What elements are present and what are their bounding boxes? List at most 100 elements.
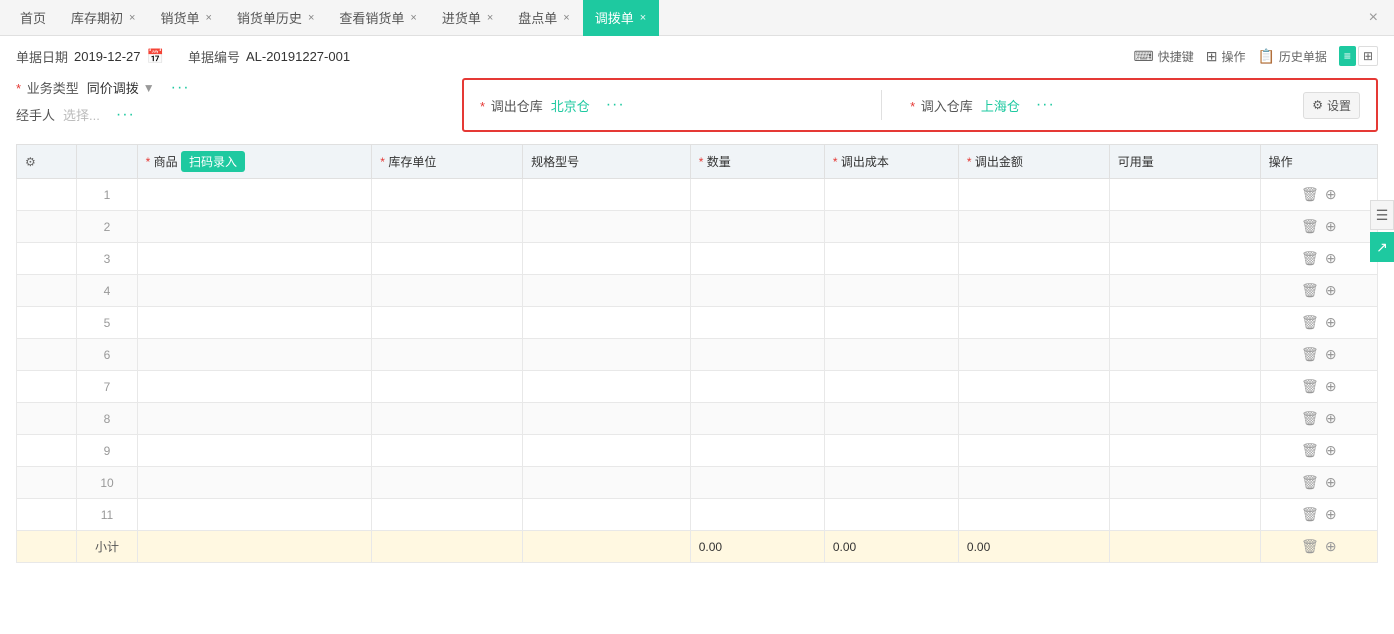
delete-icon[interactable]: 🗑 — [1301, 506, 1319, 523]
row-avail-cell[interactable] — [1109, 275, 1260, 307]
row-amount-cell[interactable] — [958, 179, 1109, 211]
row-cost-cell[interactable] — [824, 307, 958, 339]
delete-icon[interactable]: 🗑 — [1301, 410, 1319, 427]
row-spec-cell[interactable] — [523, 371, 691, 403]
row-unit-cell[interactable] — [372, 307, 523, 339]
row-spec-cell[interactable] — [523, 435, 691, 467]
row-amount-cell[interactable] — [958, 467, 1109, 499]
copy-icon[interactable]: ⊕ — [1325, 218, 1337, 235]
calendar-icon[interactable]: 📅 — [147, 48, 164, 65]
history-button[interactable]: 📋 历史单据 — [1257, 48, 1326, 65]
row-cost-cell[interactable] — [824, 467, 958, 499]
tab-home[interactable]: 首页 — [8, 0, 59, 36]
row-amount-cell[interactable] — [958, 275, 1109, 307]
tab-inventory-init[interactable]: 库存期初 × — [59, 0, 148, 36]
biz-type-more-button[interactable]: ··· — [171, 79, 190, 97]
row-cost-cell[interactable] — [824, 499, 958, 531]
tab-sales-order[interactable]: 销货单 × — [148, 0, 224, 36]
copy-icon[interactable]: ⊕ — [1325, 474, 1337, 491]
row-qty-cell[interactable] — [690, 467, 824, 499]
row-qty-cell[interactable] — [690, 211, 824, 243]
row-avail-cell[interactable] — [1109, 403, 1260, 435]
row-avail-cell[interactable] — [1109, 307, 1260, 339]
row-unit-cell[interactable] — [372, 371, 523, 403]
row-unit-cell[interactable] — [372, 179, 523, 211]
row-cost-cell[interactable] — [824, 403, 958, 435]
person-input[interactable]: 选择... — [63, 105, 100, 124]
row-cost-cell[interactable] — [824, 435, 958, 467]
in-warehouse-more-button[interactable]: ··· — [1036, 96, 1055, 114]
row-amount-cell[interactable] — [958, 243, 1109, 275]
copy-icon[interactable]: ⊕ — [1325, 314, 1337, 331]
scan-button[interactable]: 扫码录入 — [181, 151, 245, 172]
tab-transfer[interactable]: 调拨单 × — [583, 0, 659, 36]
layout-list-button[interactable]: ≡ — [1339, 46, 1356, 66]
tab-inventory-init-close[interactable]: × — [129, 12, 135, 24]
summary-copy-icon[interactable]: ⊕ — [1325, 538, 1337, 555]
row-spec-cell[interactable] — [523, 403, 691, 435]
row-spec-cell[interactable] — [523, 275, 691, 307]
row-avail-cell[interactable] — [1109, 211, 1260, 243]
row-avail-cell[interactable] — [1109, 499, 1260, 531]
row-cost-cell[interactable] — [824, 275, 958, 307]
row-amount-cell[interactable] — [958, 499, 1109, 531]
row-qty-cell[interactable] — [690, 435, 824, 467]
row-product-cell[interactable] — [137, 403, 372, 435]
row-qty-cell[interactable] — [690, 275, 824, 307]
row-cost-cell[interactable] — [824, 371, 958, 403]
row-spec-cell[interactable] — [523, 467, 691, 499]
tab-purchase[interactable]: 进货单 × — [430, 0, 506, 36]
row-avail-cell[interactable] — [1109, 467, 1260, 499]
out-warehouse-more-button[interactable]: ··· — [606, 96, 625, 114]
tab-stocktake-close[interactable]: × — [563, 12, 569, 24]
tab-view-sales-close[interactable]: × — [410, 12, 416, 24]
shortcut-button[interactable]: ⌨ 快捷键 — [1133, 48, 1193, 65]
row-product-cell[interactable] — [137, 499, 372, 531]
row-spec-cell[interactable] — [523, 243, 691, 275]
float-list-button[interactable]: ☰ — [1370, 200, 1394, 230]
copy-icon[interactable]: ⊕ — [1325, 250, 1337, 267]
row-qty-cell[interactable] — [690, 243, 824, 275]
row-product-cell[interactable] — [137, 275, 372, 307]
row-avail-cell[interactable] — [1109, 339, 1260, 371]
delete-icon[interactable]: 🗑 — [1301, 314, 1319, 331]
row-qty-cell[interactable] — [690, 339, 824, 371]
copy-icon[interactable]: ⊕ — [1325, 410, 1337, 427]
row-unit-cell[interactable] — [372, 467, 523, 499]
tab-transfer-close[interactable]: × — [640, 12, 646, 24]
delete-icon[interactable]: 🗑 — [1301, 282, 1319, 299]
row-unit-cell[interactable] — [372, 243, 523, 275]
row-spec-cell[interactable] — [523, 307, 691, 339]
tab-stocktake[interactable]: 盘点单 × — [506, 0, 582, 36]
row-cost-cell[interactable] — [824, 243, 958, 275]
row-amount-cell[interactable] — [958, 403, 1109, 435]
row-unit-cell[interactable] — [372, 211, 523, 243]
row-avail-cell[interactable] — [1109, 243, 1260, 275]
delete-icon[interactable]: 🗑 — [1301, 442, 1319, 459]
row-spec-cell[interactable] — [523, 179, 691, 211]
row-amount-cell[interactable] — [958, 435, 1109, 467]
tab-sales-order-close[interactable]: × — [205, 12, 211, 24]
th-settings[interactable]: ⚙ — [17, 145, 77, 179]
row-qty-cell[interactable] — [690, 307, 824, 339]
row-product-cell[interactable] — [137, 339, 372, 371]
row-amount-cell[interactable] — [958, 211, 1109, 243]
row-amount-cell[interactable] — [958, 339, 1109, 371]
copy-icon[interactable]: ⊕ — [1325, 506, 1337, 523]
row-product-cell[interactable] — [137, 211, 372, 243]
operation-button[interactable]: ⊞ 操作 — [1206, 48, 1246, 65]
row-unit-cell[interactable] — [372, 275, 523, 307]
tab-purchase-close[interactable]: × — [487, 12, 493, 24]
settings-button[interactable]: ⚙ 设置 — [1303, 92, 1360, 119]
copy-icon[interactable]: ⊕ — [1325, 442, 1337, 459]
row-unit-cell[interactable] — [372, 339, 523, 371]
delete-icon[interactable]: 🗑 — [1301, 218, 1319, 235]
person-more-button[interactable]: ··· — [116, 106, 135, 124]
row-product-cell[interactable] — [137, 179, 372, 211]
delete-icon[interactable]: 🗑 — [1301, 186, 1319, 203]
row-spec-cell[interactable] — [523, 211, 691, 243]
row-product-cell[interactable] — [137, 371, 372, 403]
row-spec-cell[interactable] — [523, 339, 691, 371]
row-qty-cell[interactable] — [690, 403, 824, 435]
row-qty-cell[interactable] — [690, 499, 824, 531]
